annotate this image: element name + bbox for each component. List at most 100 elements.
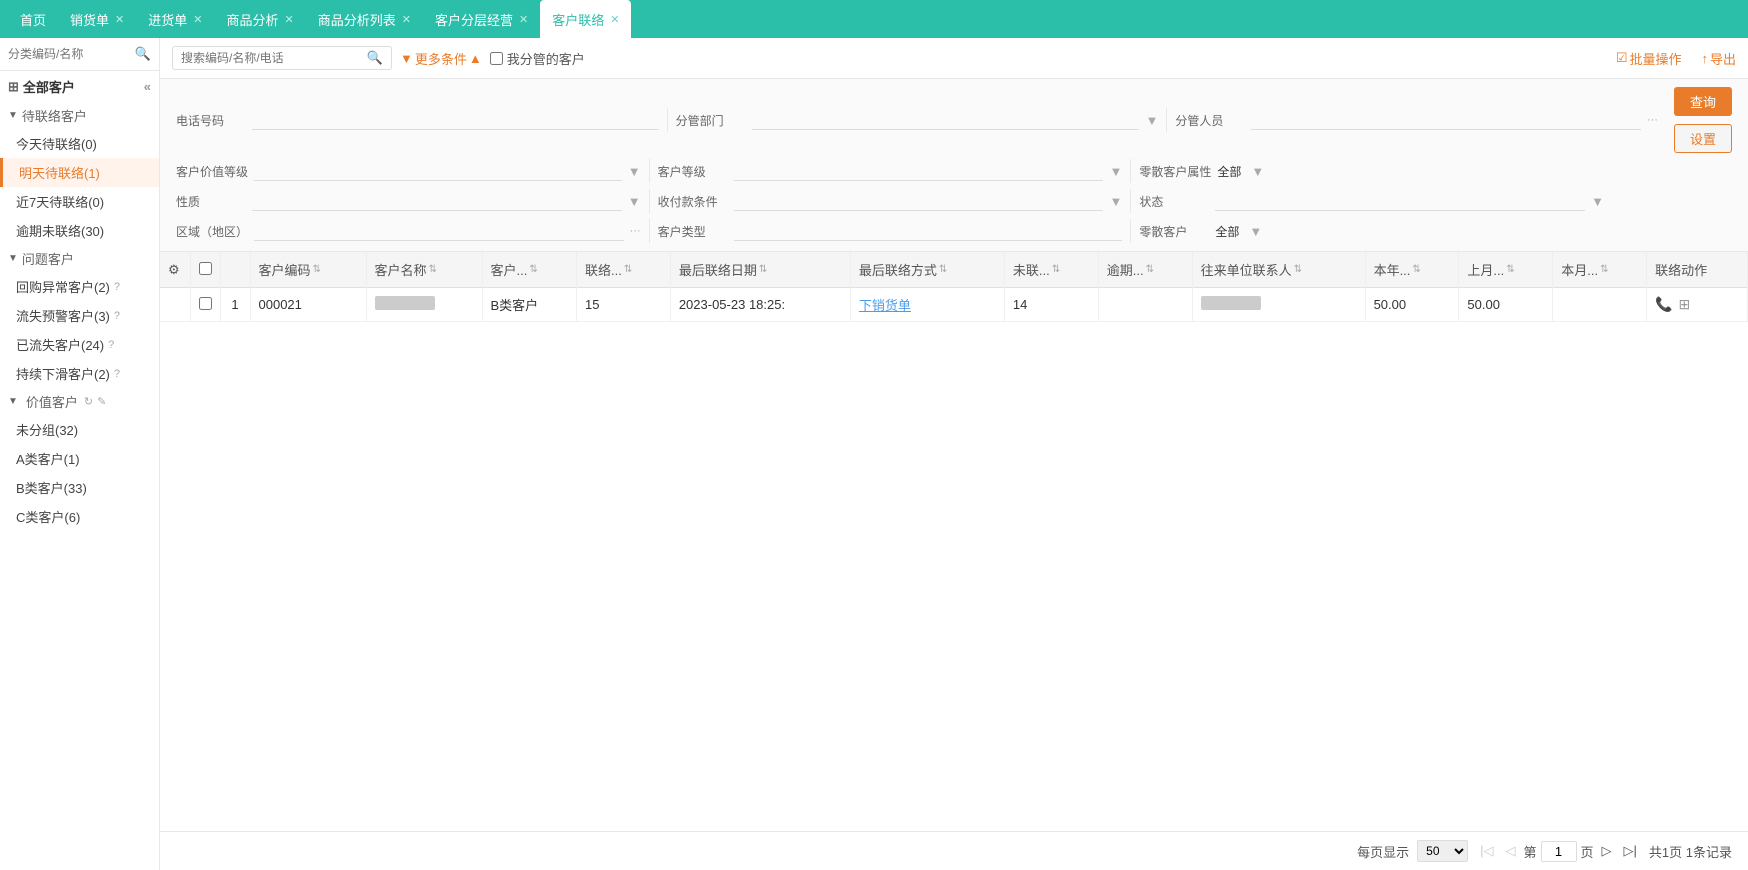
nav-customer-tiered[interactable]: 客户分层经营 ✕ bbox=[423, 0, 540, 38]
sidebar-all-customers[interactable]: ⊞ 全部客户 « bbox=[0, 71, 159, 102]
first-page-btn[interactable]: |◁ bbox=[1476, 841, 1497, 861]
sort-code-icon[interactable]: ⇅ bbox=[313, 264, 321, 275]
sidebar-item-abnormal[interactable]: 回购异常客户(2) ? bbox=[0, 272, 159, 301]
more-conditions-btn[interactable]: ▼ 更多条件 ▲ bbox=[400, 49, 482, 68]
sort-name-icon[interactable]: ⇅ bbox=[429, 264, 437, 275]
col-overdue: 逾期... ⇅ bbox=[1098, 252, 1192, 288]
close-tiered-icon[interactable]: ✕ bbox=[519, 13, 528, 26]
page-label: 第 bbox=[1524, 842, 1537, 861]
payment-input[interactable] bbox=[734, 192, 1104, 211]
close-sales-icon[interactable]: ✕ bbox=[115, 13, 124, 26]
gender-input[interactable] bbox=[252, 192, 622, 211]
search-input[interactable] bbox=[181, 51, 367, 65]
sidebar-item-declining[interactable]: 持续下滑客户(2) ? bbox=[0, 359, 159, 388]
customer-type-input[interactable] bbox=[734, 222, 1123, 241]
help-lost-icon[interactable]: ? bbox=[114, 310, 120, 322]
region-input[interactable] bbox=[254, 222, 624, 241]
sidebar-item-churned[interactable]: 已流失客户(24) ? bbox=[0, 330, 159, 359]
help-abnormal-icon[interactable]: ? bbox=[114, 281, 120, 293]
status-dropdown-icon[interactable]: ▼ bbox=[1591, 194, 1604, 209]
sort-not-contacted-icon[interactable]: ⇅ bbox=[1052, 264, 1060, 275]
export-btn[interactable]: ↑ 导出 bbox=[1701, 49, 1736, 68]
settings-icon[interactable]: ⚙ bbox=[168, 262, 180, 277]
sidebar-item-classA[interactable]: A类客户(1) bbox=[0, 444, 159, 473]
call-icon[interactable]: 📞 bbox=[1655, 296, 1672, 313]
sidebar-item-ungrouped[interactable]: 未分组(32) bbox=[0, 415, 159, 444]
row-checkbox[interactable] bbox=[199, 297, 212, 310]
close-goods-list-icon[interactable]: ✕ bbox=[402, 13, 411, 26]
settings-button[interactable]: 设置 bbox=[1674, 124, 1732, 153]
edit-icon[interactable]: ✎ bbox=[97, 395, 106, 408]
sort-last-method-icon[interactable]: ⇅ bbox=[939, 264, 947, 275]
triangle-icon3: ▼ bbox=[8, 396, 18, 407]
help-declining-icon[interactable]: ? bbox=[114, 368, 120, 380]
sidebar-item-today[interactable]: 今天待联络(0) bbox=[0, 129, 159, 158]
help-churned-icon[interactable]: ? bbox=[108, 339, 114, 351]
sidebar-item-overdue[interactable]: 逾期未联络(30) bbox=[0, 216, 159, 245]
prev-page-btn[interactable]: ◁ bbox=[1502, 841, 1520, 861]
grid-action-icon[interactable]: ⊞ bbox=[1679, 296, 1691, 313]
search-box[interactable]: 🔍 bbox=[172, 46, 392, 70]
page-input[interactable] bbox=[1541, 841, 1577, 862]
manager-more-icon[interactable]: ··· bbox=[1647, 114, 1658, 126]
field-status: 状态 ▼ bbox=[1139, 192, 1604, 211]
col-type: 客户... ⇅ bbox=[482, 252, 576, 288]
row-checkbox-cell[interactable] bbox=[190, 288, 220, 322]
nav-sales[interactable]: 销货单 ✕ bbox=[58, 0, 136, 38]
col-checkbox[interactable] bbox=[190, 252, 220, 288]
dept-dropdown-icon[interactable]: ▼ bbox=[1145, 113, 1158, 128]
last-page-btn[interactable]: ▷| bbox=[1620, 841, 1641, 861]
close-contact-icon[interactable]: ✕ bbox=[610, 13, 619, 26]
retail-attr-dropdown-icon[interactable]: ▼ bbox=[1251, 164, 1264, 179]
sort-last-date-icon[interactable]: ⇅ bbox=[759, 264, 767, 275]
sidebar-item-classC[interactable]: C类客户(6) bbox=[0, 502, 159, 531]
sort-type-icon[interactable]: ⇅ bbox=[529, 264, 537, 275]
sidebar-search-input[interactable] bbox=[8, 47, 131, 61]
table-row: 1 000021 B类客户 15 2023-05-23 18:25: 下销货单 … bbox=[160, 288, 1748, 322]
sidebar-search-icon[interactable]: 🔍 bbox=[135, 46, 151, 62]
collapse-icon[interactable]: « bbox=[144, 79, 151, 94]
sort-this-month-icon[interactable]: ⇅ bbox=[1600, 264, 1608, 275]
batch-op-btn[interactable]: ☑ 批量操作 bbox=[1616, 49, 1682, 68]
my-customers-filter[interactable]: 我分管的客户 bbox=[490, 49, 585, 68]
value-level-input[interactable] bbox=[254, 162, 622, 181]
customer-level-input[interactable] bbox=[734, 162, 1104, 181]
select-all-checkbox[interactable] bbox=[199, 262, 212, 275]
row-contacts: 15 bbox=[576, 288, 670, 322]
sort-last-month-icon[interactable]: ⇅ bbox=[1506, 264, 1514, 275]
nav-purchase[interactable]: 进货单 ✕ bbox=[136, 0, 214, 38]
nav-goods-analysis[interactable]: 商品分析 ✕ bbox=[214, 0, 305, 38]
sidebar-item-7days[interactable]: 近7天待联络(0) bbox=[0, 187, 159, 216]
sort-overdue-icon[interactable]: ⇅ bbox=[1146, 264, 1154, 275]
region-more-icon[interactable]: ··· bbox=[630, 225, 641, 237]
sidebar-search-box[interactable]: 🔍 bbox=[0, 38, 159, 71]
sidebar-item-lost[interactable]: 流失预警客户(3) ? bbox=[0, 301, 159, 330]
retail-dropdown-icon[interactable]: ▼ bbox=[1249, 224, 1262, 239]
nav-home[interactable]: 首页 bbox=[8, 0, 58, 38]
customer-level-dropdown-icon[interactable]: ▼ bbox=[1109, 164, 1122, 179]
search-icon[interactable]: 🔍 bbox=[367, 50, 383, 66]
dept-input[interactable] bbox=[752, 111, 1140, 130]
refresh-icon[interactable]: ↻ bbox=[84, 395, 93, 408]
payment-dropdown-icon[interactable]: ▼ bbox=[1109, 194, 1122, 209]
close-goods-analysis-icon[interactable]: ✕ bbox=[285, 13, 294, 26]
phone-input[interactable] bbox=[252, 111, 659, 130]
per-page-select[interactable]: 50 100 200 bbox=[1417, 840, 1468, 862]
status-input[interactable] bbox=[1215, 192, 1585, 211]
gender-dropdown-icon[interactable]: ▼ bbox=[628, 194, 641, 209]
close-purchase-icon[interactable]: ✕ bbox=[193, 13, 202, 26]
query-button[interactable]: 查询 bbox=[1674, 87, 1732, 116]
manager-input[interactable] bbox=[1251, 111, 1641, 130]
sidebar-item-tomorrow[interactable]: 明天待联络(1) bbox=[0, 158, 159, 187]
sort-unit-icon[interactable]: ⇅ bbox=[1294, 264, 1302, 275]
next-page-btn[interactable]: ▷ bbox=[1598, 841, 1616, 861]
sort-this-year-icon[interactable]: ⇅ bbox=[1412, 264, 1420, 275]
my-customers-checkbox[interactable] bbox=[490, 52, 503, 65]
sidebar-item-classB[interactable]: B类客户(33) bbox=[0, 473, 159, 502]
row-last-method[interactable]: 下销货单 bbox=[850, 288, 1004, 322]
col-contacts: 联络... ⇅ bbox=[576, 252, 670, 288]
nav-goods-analysis-list[interactable]: 商品分析列表 ✕ bbox=[306, 0, 423, 38]
sort-contacts-icon[interactable]: ⇅ bbox=[624, 264, 632, 275]
nav-customer-contact[interactable]: 客户联络 ✕ bbox=[540, 0, 631, 38]
value-level-dropdown-icon[interactable]: ▼ bbox=[628, 164, 641, 179]
